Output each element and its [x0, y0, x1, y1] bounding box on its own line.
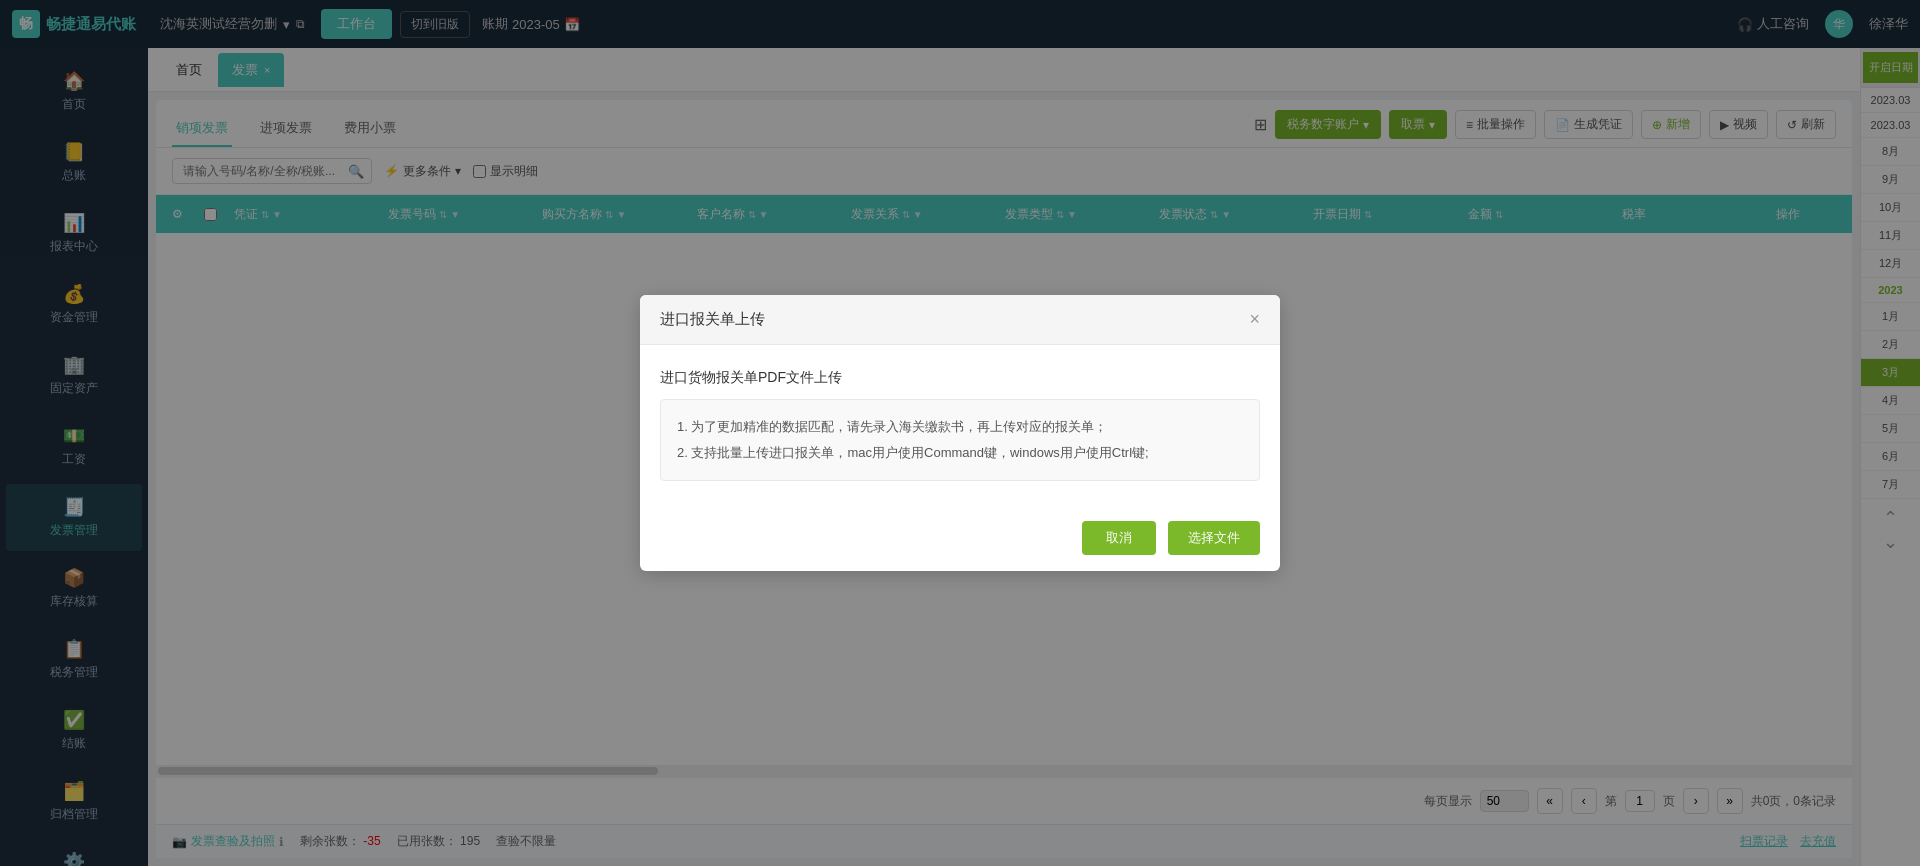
dialog-select-file-button[interactable]: 选择文件 — [1168, 521, 1260, 555]
dialog-close-icon[interactable]: × — [1249, 309, 1260, 330]
dialog-header: 进口报关单上传 × — [640, 295, 1280, 345]
dialog-section-title: 进口货物报关单PDF文件上传 — [660, 369, 1260, 387]
dialog-cancel-button[interactable]: 取消 — [1082, 521, 1156, 555]
dialog-overlay[interactable]: 进口报关单上传 × 进口货物报关单PDF文件上传 1. 为了更加精准的数据匹配，… — [0, 0, 1920, 866]
dialog-footer: 取消 选择文件 — [640, 505, 1280, 571]
dialog-info-item2: 2. 支持批量上传进口报关单，mac用户使用Command键，windows用户… — [677, 440, 1243, 466]
dialog-body: 进口货物报关单PDF文件上传 1. 为了更加精准的数据匹配，请先录入海关缴款书，… — [640, 345, 1280, 505]
dialog-info-item1: 1. 为了更加精准的数据匹配，请先录入海关缴款书，再上传对应的报关单； — [677, 414, 1243, 440]
dialog-title: 进口报关单上传 — [660, 310, 765, 329]
dialog-info-box: 1. 为了更加精准的数据匹配，请先录入海关缴款书，再上传对应的报关单； 2. 支… — [660, 399, 1260, 481]
import-customs-dialog: 进口报关单上传 × 进口货物报关单PDF文件上传 1. 为了更加精准的数据匹配，… — [640, 295, 1280, 571]
